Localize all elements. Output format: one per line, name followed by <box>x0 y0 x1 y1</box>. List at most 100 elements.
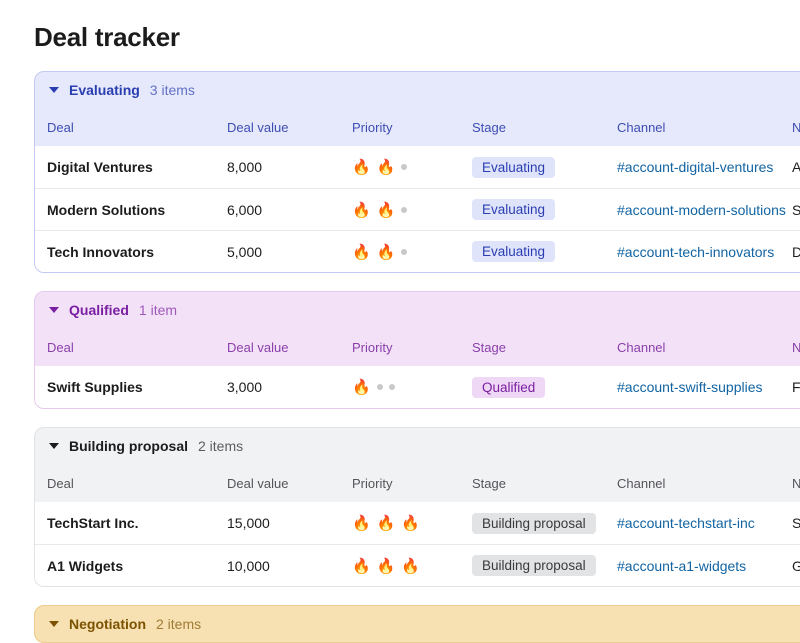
column-header[interactable]: Deal <box>47 476 227 491</box>
deal-name: TechStart Inc. <box>47 515 227 531</box>
group-header[interactable]: Negotiation 2 items <box>35 606 219 642</box>
priority-cell: 🔥🔥🔥 <box>352 514 472 532</box>
stage-cell: Qualified <box>472 377 617 398</box>
column-header-row: DealDeal valuePriorityStageChannelNext s… <box>35 328 800 366</box>
channel-link[interactable]: #account-a1-widgets <box>617 558 746 574</box>
deal-value: 10,000 <box>227 558 352 574</box>
channel-cell: #account-tech-innovators <box>617 244 792 260</box>
deal-value: 3,000 <box>227 379 352 395</box>
deal-value: 5,000 <box>227 244 352 260</box>
fire-icon: 🔥 <box>352 158 371 176</box>
deal-value: 8,000 <box>227 159 352 175</box>
stage-pill: Evaluating <box>472 199 555 220</box>
fire-icon: 🔥 <box>377 243 396 261</box>
column-header[interactable]: Priority <box>352 340 472 355</box>
page-title: Deal tracker <box>34 22 800 53</box>
table-row[interactable]: A1 Widgets 10,000 🔥🔥🔥 Building proposal … <box>35 544 800 586</box>
table-row[interactable]: TechStart Inc. 15,000 🔥🔥🔥 Building propo… <box>35 502 800 544</box>
group-header[interactable]: Qualified 1 item <box>35 292 195 328</box>
column-header[interactable]: Priority <box>352 120 472 135</box>
group-header[interactable]: Building proposal 2 items <box>35 428 261 464</box>
next-step: Discus <box>792 244 800 260</box>
channel-cell: #account-digital-ventures <box>617 159 792 175</box>
table-row[interactable]: Digital Ventures 8,000 🔥🔥 Evaluating #ac… <box>35 146 800 188</box>
stage-cell: Building proposal <box>472 513 617 534</box>
column-header[interactable]: Next ste <box>792 340 800 355</box>
fire-icon: 🔥 <box>352 557 371 575</box>
column-header[interactable]: Deal value <box>227 476 352 491</box>
fire-icon: 🔥 <box>377 201 396 219</box>
channel-link[interactable]: #account-digital-ventures <box>617 159 773 175</box>
channel-cell: #account-techstart-inc <box>617 515 792 531</box>
priority-empty-dot <box>377 384 383 390</box>
priority-empty-dot <box>401 249 407 255</box>
group-header[interactable]: Evaluating 3 items <box>35 72 213 108</box>
chevron-down-icon <box>49 87 59 93</box>
priority-cell: 🔥 <box>352 378 472 396</box>
stage-pill: Evaluating <box>472 241 555 262</box>
chevron-down-icon <box>49 443 59 449</box>
group-evaluating: Evaluating 3 items DealDeal valuePriorit… <box>34 71 800 273</box>
deal-name: Tech Innovators <box>47 244 227 260</box>
fire-icon: 🔥 <box>352 243 371 261</box>
chevron-down-icon <box>49 307 59 313</box>
table-row[interactable]: Modern Solutions 6,000 🔥🔥 Evaluating #ac… <box>35 188 800 230</box>
group-count: 1 item <box>139 302 177 318</box>
next-step: Follow <box>792 379 800 395</box>
deal-value: 6,000 <box>227 202 352 218</box>
channel-link[interactable]: #account-swift-supplies <box>617 379 763 395</box>
column-header[interactable]: Stage <box>472 476 617 491</box>
group-label: Negotiation <box>69 616 146 632</box>
column-header[interactable]: Stage <box>472 120 617 135</box>
group-label: Building proposal <box>69 438 188 454</box>
column-header[interactable]: Channel <box>617 340 792 355</box>
priority-cell: 🔥 🔥 🔥 <box>352 557 472 575</box>
column-header-row: DealDeal valuePriorityStageChannelNext s… <box>35 108 800 146</box>
column-header[interactable]: Deal <box>47 340 227 355</box>
next-step: Schedu <box>792 202 800 218</box>
stage-pill: Building proposal <box>472 513 596 534</box>
table-row[interactable]: Swift Supplies 3,000 🔥 Qualified #accoun… <box>35 366 800 408</box>
column-header[interactable]: Channel <box>617 120 792 135</box>
column-header[interactable]: Priority <box>352 476 472 491</box>
group-label: Qualified <box>69 302 129 318</box>
deal-name: Modern Solutions <box>47 202 227 218</box>
deal-name: A1 Widgets <box>47 558 227 574</box>
column-header[interactable]: Next ste <box>792 476 800 491</box>
chevron-down-icon <box>49 621 59 627</box>
group-count: 2 items <box>198 438 243 454</box>
fire-icon: 🔥 <box>377 557 396 575</box>
channel-link[interactable]: #account-techstart-inc <box>617 515 755 531</box>
stage-cell: Building proposal <box>472 555 617 576</box>
next-step: Awaitin <box>792 159 800 175</box>
group-count: 3 items <box>150 82 195 98</box>
column-header[interactable]: Deal value <box>227 120 352 135</box>
column-header-row: DealDeal valuePriorityStageChannelNext s… <box>35 464 800 502</box>
channel-link[interactable]: #account-modern-solutions <box>617 202 786 218</box>
group-qualified: Qualified 1 item DealDeal valuePriorityS… <box>34 291 800 409</box>
group-count: 2 items <box>156 616 201 632</box>
fire-icon: 🔥 <box>377 514 396 532</box>
fire-icon: 🔥 <box>377 158 396 176</box>
column-header[interactable]: Stage <box>472 340 617 355</box>
fire-icon: 🔥 <box>352 378 371 396</box>
fire-icon: 🔥 <box>401 557 420 575</box>
column-header[interactable]: Next ste <box>792 120 800 135</box>
column-header[interactable]: Deal <box>47 120 227 135</box>
priority-cell: 🔥🔥 <box>352 158 472 176</box>
deal-name: Digital Ventures <box>47 159 227 175</box>
next-step: Gather <box>792 558 800 574</box>
priority-empty-dot <box>401 207 407 213</box>
priority-empty-dot <box>389 384 395 390</box>
channel-cell: #account-modern-solutions <box>617 202 792 218</box>
deal-name: Swift Supplies <box>47 379 227 395</box>
channel-cell: #account-swift-supplies <box>617 379 792 395</box>
column-header[interactable]: Deal value <box>227 340 352 355</box>
column-header[interactable]: Channel <box>617 476 792 491</box>
table-row[interactable]: Tech Innovators 5,000 🔥 🔥 Evaluating #acc… <box>35 230 800 272</box>
channel-link[interactable]: #account-tech-innovators <box>617 244 774 260</box>
fire-icon: 🔥 <box>352 514 371 532</box>
stage-cell: Evaluating <box>472 157 617 178</box>
deal-value: 15,000 <box>227 515 352 531</box>
stage-cell: Evaluating <box>472 241 617 262</box>
